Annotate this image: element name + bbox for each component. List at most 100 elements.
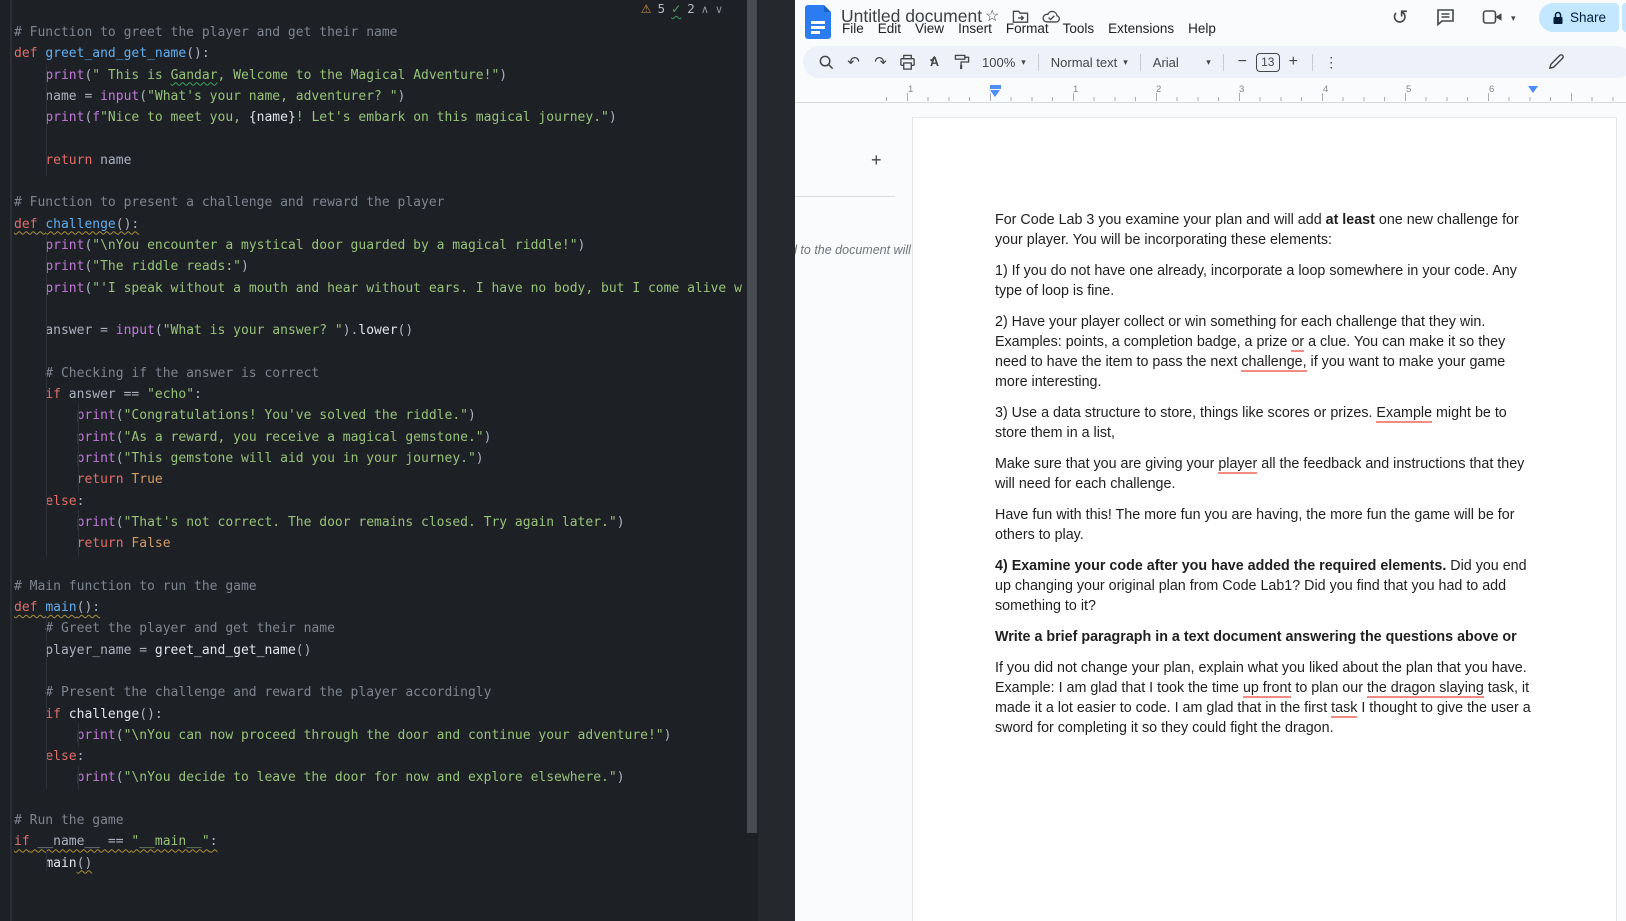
paragraph: For Code Lab 3 you examine your plan and… [995,210,1536,250]
more-options-icon[interactable]: ⋮ [1319,49,1344,75]
code-editor-window: ⚠ 5 ✓ 2 ∧ ∨ # Function to greet the play… [0,0,795,921]
menu-item-tools[interactable]: Tools [1056,21,1102,36]
grammar-suggestion[interactable]: or [1291,334,1304,352]
print-icon[interactable] [895,49,920,75]
code-line [0,128,758,149]
ruler-number: 1 [1073,84,1078,95]
code-token: name = [14,89,100,104]
code-token: return [45,153,92,168]
right-indent-marker[interactable] [1528,86,1538,93]
indent-guide [46,849,47,871]
version-history-icon[interactable]: ↺ [1389,6,1411,28]
comments-icon[interactable] [1434,6,1456,28]
spellcheck-icon[interactable]: A✓ [922,49,947,75]
editing-mode-icon[interactable] [1545,51,1567,73]
add-tab-button[interactable]: + [871,150,882,171]
document-text[interactable]: For Code Lab 3 you examine your plan and… [995,210,1536,749]
menu-item-view[interactable]: View [908,21,951,36]
code-token: ) [609,110,617,125]
problems-indicator[interactable]: ⚠ 5 ✓ 2 ∧ ∨ [641,1,723,17]
code-line: def challenge(): [0,214,758,235]
code-line: print("This gemstone will aid you in you… [0,448,758,469]
next-problem-icon[interactable]: ∨ [715,3,723,16]
code-token: : [77,494,85,509]
code-line: player_name = greet_and_get_name() [0,640,758,661]
code-line: return name [0,150,758,171]
code-token: challenge [45,217,115,232]
grammar-suggestion[interactable]: up front [1243,680,1291,698]
code-token: "\nYou decide to leave the door for now … [124,770,617,785]
paragraph: 2) Have your player collect or win somet… [995,312,1536,392]
first-line-indent-marker[interactable] [990,85,1001,89]
menu-item-format[interactable]: Format [999,21,1056,36]
code-token: input [116,323,155,338]
menu-item-edit[interactable]: Edit [871,21,908,36]
code-line: print("\nYou encounter a mystical door g… [0,235,758,256]
code-line: name = input("What's your name, adventur… [0,86,758,107]
grammar-suggestion[interactable]: challenge, [1241,354,1306,372]
font-size-increase[interactable]: + [1281,49,1306,75]
grammar-suggestion[interactable]: task [1331,700,1357,718]
menu-item-insert[interactable]: Insert [951,21,999,36]
code-token: print [77,770,116,785]
share-dropdown-segment[interactable] [1622,3,1626,32]
code-token: () [398,323,414,338]
meet-caret-icon[interactable]: ▾ [1511,13,1516,24]
grammar-suggestion[interactable]: the dragon slaying [1367,680,1484,698]
paragraph: 3) Use a data structure to store, things… [995,403,1536,443]
grammar-suggestion[interactable]: Example [1376,405,1432,423]
ruler[interactable]: 1 123456 [795,84,1626,103]
menu-item-extensions[interactable]: Extensions [1101,21,1181,36]
code-token: ) [499,68,507,83]
code-token: "\nYou can now proceed through the door … [124,728,664,743]
code-token [14,707,45,722]
meet-video-icon[interactable] [1481,6,1503,28]
left-indent-marker[interactable] [990,90,1000,97]
share-button[interactable]: Share [1539,3,1619,32]
code-line: print("The riddle reads:") [0,256,758,277]
redo-icon[interactable]: ↷ [868,49,893,75]
font-select[interactable]: Arial▾ [1146,55,1218,70]
code-token: ( [116,408,124,423]
code-token: "What's your name, adventurer? " [147,89,397,104]
code-token: input [100,89,139,104]
ruler-number: 6 [1489,84,1494,95]
code-token: # Main function to run the game [14,579,257,594]
code-token: print [45,238,84,253]
code-token: Gandar [171,68,218,83]
grammar-suggestion[interactable]: player [1218,456,1257,474]
prev-problem-icon[interactable]: ∧ [701,3,709,16]
code-area[interactable]: # Function to greet the player and get t… [0,22,758,874]
paint-format-icon[interactable] [949,49,974,75]
minimap[interactable] [758,0,795,921]
code-line: return True [0,469,758,490]
code-token: ( [155,323,163,338]
indent-guide [46,64,47,176]
paragraph: If you did not change your plan, explain… [995,658,1536,738]
code-token: "This gemstone will aid you in your jour… [124,451,476,466]
font-size-field[interactable]: 13 [1256,53,1280,72]
undo-icon[interactable]: ↶ [841,49,866,75]
menu-item-file[interactable]: File [835,21,871,36]
code-token: answer == [61,387,147,402]
docs-app-icon[interactable] [805,5,831,39]
editor-scrollbar[interactable] [747,0,757,833]
warning-icon: ⚠ [641,2,652,16]
font-size-decrease[interactable]: − [1230,49,1255,75]
text-run: Write a brief paragraph in a text docume… [995,629,1517,645]
code-token: print [77,728,116,743]
docs-icon-fold [824,5,831,12]
paragraph-style-select[interactable]: Normal text▾ [1044,55,1135,70]
zoom-select[interactable]: 100%▾ [975,55,1033,70]
code-token: ( [139,89,147,104]
text-run: at least [1326,212,1375,228]
code-token: # Function to greet the player and get t… [14,25,398,40]
menu-item-help[interactable]: Help [1181,21,1223,36]
code-token [14,259,45,274]
toolbar-divider [1312,54,1313,71]
spell-count: 2 [687,2,695,16]
toolbar: ↶ ↷ A✓ 100%▾ Normal text▾ Arial▾ − 13 + … [803,46,1626,78]
search-icon[interactable] [814,49,839,75]
document-page[interactable]: For Code Lab 3 you examine your plan and… [912,117,1617,921]
code-token: ( [116,430,124,445]
